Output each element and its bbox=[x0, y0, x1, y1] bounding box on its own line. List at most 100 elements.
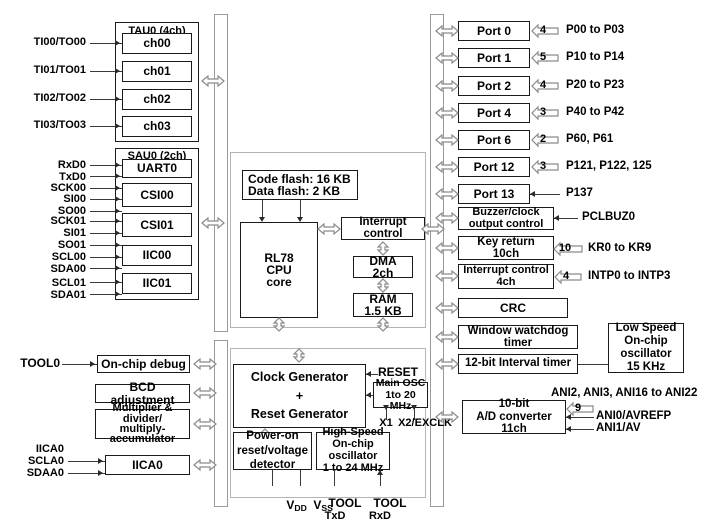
signal-scla0: SCLA0 bbox=[27, 455, 64, 467]
sau0-csi00[interactable]: CSI00 bbox=[122, 183, 192, 207]
high-speed-oscillator-block[interactable]: High-Speed On-chip oscillator 1 to 24 MH… bbox=[316, 426, 390, 474]
flash-memory-block[interactable]: Code flash: 16 KB Data flash: 2 KB bbox=[242, 170, 358, 200]
adc-pin-ani1: ANI1/AV bbox=[596, 422, 641, 434]
interrupt-control-4ch-block[interactable]: Interrupt control 4ch bbox=[458, 264, 554, 289]
bus-arrow-multiplier bbox=[192, 415, 218, 433]
port-1-count: 5 bbox=[539, 51, 547, 63]
tau0-ch00[interactable]: ch00 bbox=[122, 33, 192, 54]
port-6-count: 2 bbox=[539, 133, 547, 145]
ram-block[interactable]: RAM 1.5 KB bbox=[353, 293, 413, 317]
sau0-iic01[interactable]: IIC01 bbox=[122, 273, 192, 294]
bcd-adjustment-block[interactable]: BCD adjustment bbox=[95, 381, 190, 406]
crc-block[interactable]: CRC bbox=[458, 298, 568, 318]
pin-tool-rxd-base: TOOL bbox=[373, 496, 407, 511]
interrupt-control-block[interactable]: Interrupt control bbox=[341, 216, 425, 240]
sau0-csi01[interactable]: CSI01 bbox=[122, 213, 192, 237]
bus-arrow-port-1 bbox=[434, 49, 460, 67]
sau0-uart0[interactable]: UART0 bbox=[122, 159, 192, 178]
pin-tool-txd-sub: TxD bbox=[324, 509, 346, 522]
port-13-block[interactable]: Port 13 bbox=[458, 184, 530, 204]
pin-tool-rxd: TOOL RxD bbox=[360, 487, 406, 522]
multiplier-divider-block[interactable]: Multiplier & divider/ multiply- accumula… bbox=[95, 403, 190, 445]
bus-arrow-key-return bbox=[434, 239, 460, 257]
iica0-block[interactable]: IICA0 bbox=[105, 455, 190, 475]
port-12-count: 3 bbox=[539, 160, 547, 172]
adc-pin-ani0: ANI0/AVREFP bbox=[596, 410, 672, 422]
bus-arrow-interrupt-4ch bbox=[434, 267, 460, 285]
pin-tool-rxd-sub: RxD bbox=[368, 509, 391, 522]
port-6-block[interactable]: Port 6 bbox=[458, 130, 530, 150]
signal-so01: SO01 bbox=[57, 239, 86, 251]
bus-arrow-interrupt-dma bbox=[374, 240, 392, 257]
on-chip-debug-block[interactable]: On-chip debug bbox=[97, 355, 190, 373]
interval-timer-block[interactable]: 12-bit Interval timer bbox=[458, 354, 578, 374]
bus-arrow-tau0 bbox=[200, 72, 226, 90]
signal-scl00: SCL00 bbox=[51, 251, 86, 263]
block-diagram-canvas: TAU0 (4ch) ch00 ch01 ch02 ch03 TI00/TO00… bbox=[0, 0, 726, 522]
signal-sck01: SCK01 bbox=[50, 215, 86, 227]
window-watchdog-timer-block[interactable]: Window watchdog timer bbox=[458, 325, 578, 349]
bus-arrow-ram-bottom bbox=[374, 316, 392, 333]
port-1-block[interactable]: Port 1 bbox=[458, 48, 530, 68]
port-4-block[interactable]: Port 4 bbox=[458, 103, 530, 123]
signal-ti01-to01: TI01/TO01 bbox=[33, 64, 86, 76]
key-return-pins: KR0 to KR9 bbox=[588, 242, 652, 254]
tau0-ch03[interactable]: ch03 bbox=[122, 116, 192, 137]
left-bus-bar bbox=[214, 14, 228, 332]
power-on-reset-block[interactable]: Power-on reset/voltage detector bbox=[233, 430, 312, 471]
adc-block[interactable]: 10-bit A/D converter 11ch bbox=[462, 398, 566, 435]
buzzer-pins: PCLBUZ0 bbox=[582, 211, 636, 223]
port-0-block[interactable]: Port 0 bbox=[458, 21, 530, 41]
adc-top-pins: ANI2, ANI3, ANI16 to ANI22 bbox=[551, 387, 698, 399]
port-6-pins: P60, P61 bbox=[566, 133, 614, 145]
rl78-cpu-core-block[interactable]: RL78 CPU core bbox=[240, 222, 318, 318]
signal-ti00-to00: TI00/TO00 bbox=[33, 36, 86, 48]
port-1-pins: P10 to P14 bbox=[566, 51, 625, 63]
interrupt-4ch-count: 4 bbox=[562, 270, 570, 282]
bus-arrow-cpu-bottom bbox=[270, 316, 288, 333]
signal-sda00: SDA00 bbox=[50, 263, 86, 275]
bus-arrow-sau0 bbox=[200, 214, 226, 232]
port-2-count: 4 bbox=[539, 79, 547, 91]
port-0-count: 4 bbox=[539, 24, 547, 36]
bus-arrow-port-12 bbox=[434, 158, 460, 176]
pin-tool-txd: TOOL TxD bbox=[315, 487, 362, 522]
buzzer-clock-output-block[interactable]: Buzzer/clock output control bbox=[458, 206, 554, 230]
bus-arrow-port-0 bbox=[434, 22, 460, 40]
signal-iica0: IICA0 bbox=[35, 443, 64, 455]
signal-rxd0: RxD0 bbox=[57, 159, 86, 171]
bus-arrow-clock-top bbox=[290, 347, 308, 364]
signal-sda01: SDA01 bbox=[50, 289, 86, 301]
dma-block[interactable]: DMA 2ch bbox=[353, 255, 413, 279]
pin-tool-txd-base: TOOL bbox=[328, 496, 362, 511]
bus-arrow-port-13 bbox=[434, 185, 460, 203]
port-4-pins: P40 to P42 bbox=[566, 106, 625, 118]
sau0-iic00[interactable]: IIC00 bbox=[122, 245, 192, 266]
signal-ti03-to03: TI03/TO03 bbox=[33, 119, 86, 131]
signal-scl01: SCL01 bbox=[51, 277, 86, 289]
bus-arrow-iica0 bbox=[192, 456, 218, 474]
low-speed-oscillator-block[interactable]: Low Speed On-chip oscillator 15 KHz bbox=[608, 322, 684, 373]
bus-arrow-cpu-interrupt bbox=[316, 220, 342, 238]
tau0-ch01[interactable]: ch01 bbox=[122, 61, 192, 82]
signal-sdaa0: SDAA0 bbox=[26, 467, 64, 479]
bus-arrow-adc bbox=[434, 408, 460, 426]
bus-arrow-port-4 bbox=[434, 104, 460, 122]
bus-arrow-port-6 bbox=[434, 131, 460, 149]
bus-arrow-interval-timer bbox=[434, 355, 460, 373]
adc-count: 9 bbox=[574, 402, 582, 414]
port-13-pins: P137 bbox=[566, 187, 593, 199]
clock-reset-generator-block[interactable]: Clock Generator + Reset Generator bbox=[233, 364, 366, 428]
signal-si00: SI00 bbox=[63, 193, 86, 205]
interrupt-4ch-pins: INTP0 to INTP3 bbox=[588, 270, 671, 282]
bus-arrow-crc bbox=[434, 299, 460, 317]
key-return-count: 10 bbox=[558, 242, 572, 254]
port-2-block[interactable]: Port 2 bbox=[458, 76, 530, 96]
bus-arrow-bcd bbox=[192, 384, 218, 402]
signal-ti02-to02: TI02/TO02 bbox=[33, 92, 86, 104]
main-osc-block[interactable]: Main OSC 1to 20 MHz bbox=[373, 378, 428, 411]
key-return-block[interactable]: Key return 10ch bbox=[458, 236, 554, 260]
port-12-block[interactable]: Port 12 bbox=[458, 157, 530, 177]
port-0-pins: P00 to P03 bbox=[566, 24, 625, 36]
tau0-ch02[interactable]: ch02 bbox=[122, 89, 192, 110]
